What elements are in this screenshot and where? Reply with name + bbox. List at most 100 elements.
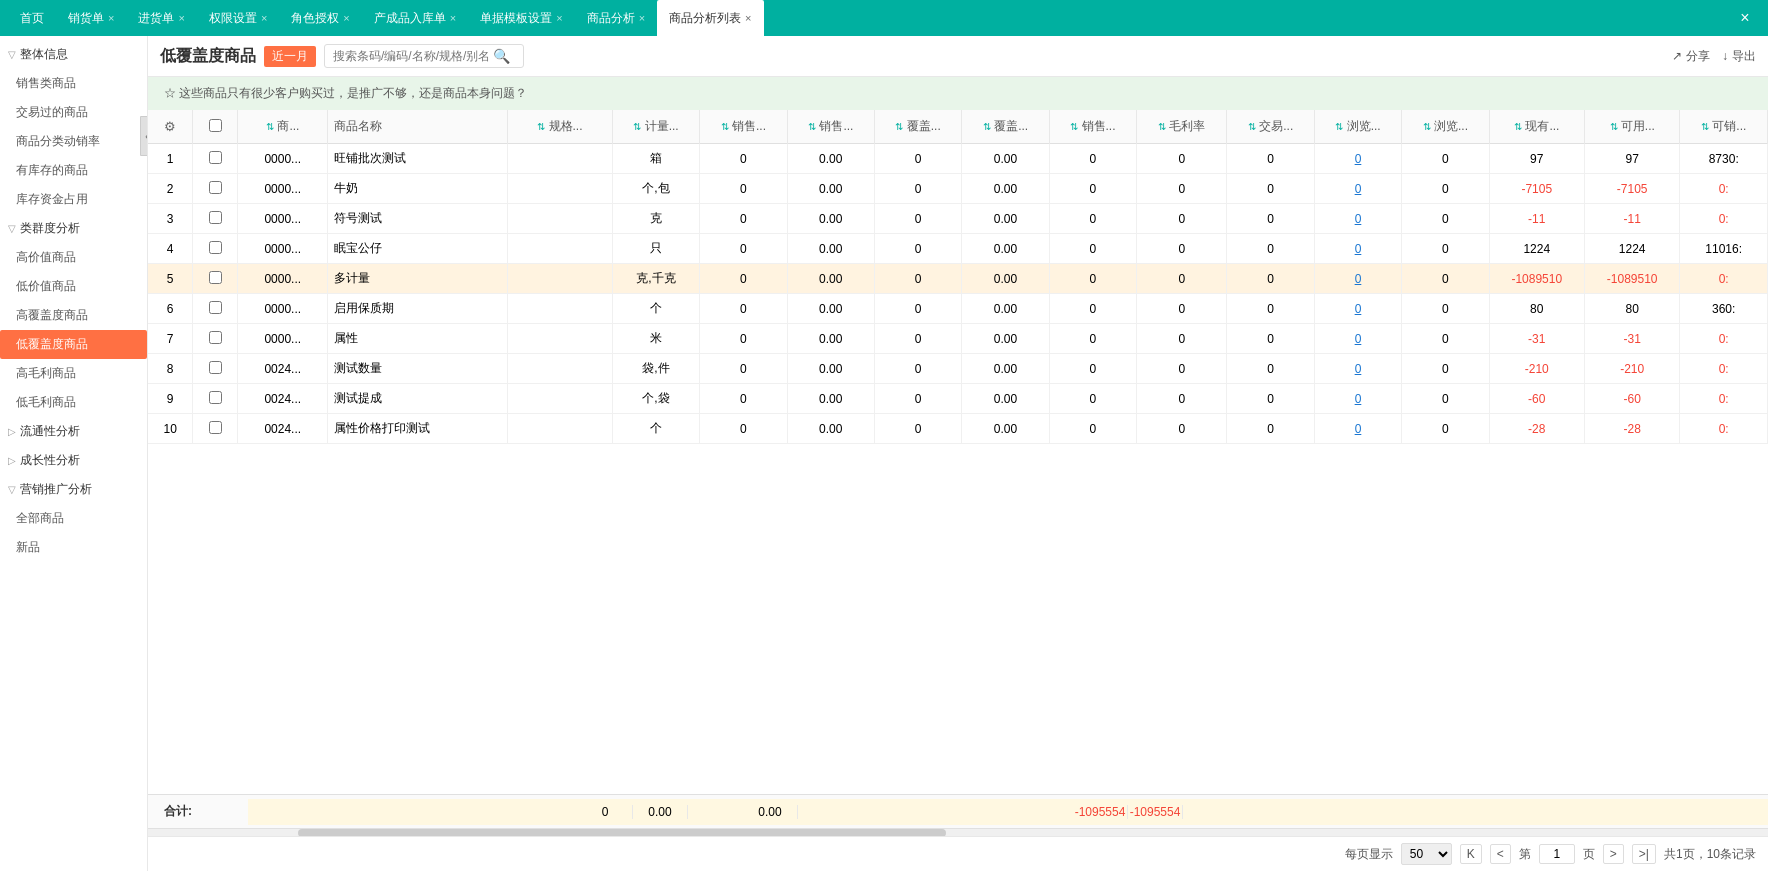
- sidebar-item-new-goods[interactable]: 新品: [0, 533, 147, 562]
- sidebar-item-all-goods[interactable]: 全部商品: [0, 504, 147, 533]
- row-check[interactable]: [193, 144, 238, 174]
- row-checkbox[interactable]: [209, 361, 222, 374]
- sidebar-item-traded-goods[interactable]: 交易过的商品: [0, 98, 147, 127]
- row-checkbox[interactable]: [209, 241, 222, 254]
- sidebar-section-growth[interactable]: ▷ 成长性分析: [0, 446, 147, 475]
- nav-home[interactable]: 首页: [8, 0, 56, 36]
- row-checkbox[interactable]: [209, 271, 222, 284]
- filter-period-button[interactable]: 近一月: [264, 46, 316, 67]
- nav-template[interactable]: 单据模板设置 ×: [468, 0, 574, 36]
- th-sales-qty[interactable]: ⇅ 销售...: [700, 110, 787, 144]
- th-cover1[interactable]: ⇅ 覆盖...: [874, 110, 961, 144]
- row-checkbox[interactable]: [209, 331, 222, 344]
- share-button[interactable]: ↗ 分享: [1672, 48, 1710, 65]
- sidebar-item-low-margin[interactable]: 低毛利商品: [0, 388, 147, 417]
- nav-purchase[interactable]: 进货单 ×: [126, 0, 196, 36]
- row-checkbox[interactable]: [209, 391, 222, 404]
- th-view1[interactable]: ⇅ 浏览...: [1314, 110, 1401, 144]
- nav-roles[interactable]: 角色授权 ×: [279, 0, 361, 36]
- row-spec: [507, 264, 612, 294]
- row-view1[interactable]: 0: [1314, 264, 1401, 294]
- sidebar-item-category-rate[interactable]: 商品分类动销率: [0, 127, 147, 156]
- table-container[interactable]: ⚙ ⇅ 商... 商品名称 ⇅ 规格... ⇅ 计量... ⇅ 销售... ⇅ …: [148, 110, 1768, 794]
- nav-sales[interactable]: 销货单 ×: [56, 0, 126, 36]
- page-size-select[interactable]: 20 50 100 200: [1401, 843, 1452, 865]
- row-checkbox[interactable]: [209, 301, 222, 314]
- nav-finished-goods[interactable]: 产成品入库单 ×: [362, 0, 468, 36]
- th-stock[interactable]: ⇅ 现有...: [1489, 110, 1584, 144]
- next-page-button[interactable]: >: [1603, 844, 1624, 864]
- th-settings[interactable]: ⚙: [148, 110, 193, 144]
- row-view1[interactable]: 0: [1314, 174, 1401, 204]
- row-check[interactable]: [193, 324, 238, 354]
- nav-goods-analysis[interactable]: 商品分析 ×: [575, 0, 657, 36]
- row-view1[interactable]: 0: [1314, 144, 1401, 174]
- nav-finished-goods-close[interactable]: ×: [450, 12, 456, 24]
- th-check[interactable]: [193, 110, 238, 144]
- row-view1[interactable]: 0: [1314, 294, 1401, 324]
- nav-template-close[interactable]: ×: [556, 12, 562, 24]
- row-view1[interactable]: 0: [1314, 204, 1401, 234]
- search-input[interactable]: [333, 49, 493, 63]
- sidebar-section-cluster[interactable]: ▽ 类群度分析: [0, 214, 147, 243]
- th-gross[interactable]: ⇅ 毛利率: [1137, 110, 1227, 144]
- nav-sales-close[interactable]: ×: [108, 12, 114, 24]
- th-name[interactable]: 商品名称: [328, 110, 508, 144]
- th-sales3[interactable]: ⇅ 销售...: [1049, 110, 1136, 144]
- row-check[interactable]: [193, 264, 238, 294]
- nav-purchase-close[interactable]: ×: [178, 12, 184, 24]
- row-view1[interactable]: 0: [1314, 234, 1401, 264]
- th-view2[interactable]: ⇅ 浏览...: [1402, 110, 1489, 144]
- row-checkbox[interactable]: [209, 421, 222, 434]
- nav-permissions-close[interactable]: ×: [261, 12, 267, 24]
- sidebar-toggle[interactable]: «: [140, 116, 148, 156]
- search-icon[interactable]: 🔍: [493, 48, 510, 64]
- th-sales-amt[interactable]: ⇅ 销售...: [787, 110, 874, 144]
- sidebar-item-low-coverage[interactable]: 低覆盖度商品: [0, 330, 147, 359]
- row-view1[interactable]: 0: [1314, 384, 1401, 414]
- row-check[interactable]: [193, 204, 238, 234]
- export-button[interactable]: ↓ 导出: [1722, 48, 1756, 65]
- select-all-checkbox[interactable]: [209, 119, 222, 132]
- sidebar-item-low-value[interactable]: 低价值商品: [0, 272, 147, 301]
- row-check[interactable]: [193, 384, 238, 414]
- sidebar-section-circulation[interactable]: ▷ 流通性分析: [0, 417, 147, 446]
- th-spec[interactable]: ⇅ 规格...: [507, 110, 612, 144]
- row-view1[interactable]: 0: [1314, 414, 1401, 444]
- sidebar-item-sales-goods[interactable]: 销售类商品: [0, 69, 147, 98]
- nav-goods-analysis-close[interactable]: ×: [639, 12, 645, 24]
- th-unit[interactable]: ⇅ 计量...: [612, 110, 699, 144]
- row-check[interactable]: [193, 354, 238, 384]
- prev-page-button[interactable]: <: [1490, 844, 1511, 864]
- sidebar-item-high-margin[interactable]: 高毛利商品: [0, 359, 147, 388]
- row-checkbox[interactable]: [209, 151, 222, 164]
- last-page-button[interactable]: >|: [1632, 844, 1656, 864]
- first-page-button[interactable]: K: [1460, 844, 1482, 864]
- th-saleable[interactable]: ⇅ 可销...: [1680, 110, 1768, 144]
- sidebar-item-capital[interactable]: 库存资金占用: [0, 185, 147, 214]
- nav-goods-analysis-list-close[interactable]: ×: [745, 12, 751, 24]
- nav-roles-close[interactable]: ×: [343, 12, 349, 24]
- nav-permissions[interactable]: 权限设置 ×: [197, 0, 279, 36]
- row-check[interactable]: [193, 174, 238, 204]
- row-check[interactable]: [193, 234, 238, 264]
- sidebar-item-high-value[interactable]: 高价值商品: [0, 243, 147, 272]
- row-check[interactable]: [193, 414, 238, 444]
- th-trade[interactable]: ⇅ 交易...: [1227, 110, 1314, 144]
- th-cover2[interactable]: ⇅ 覆盖...: [962, 110, 1049, 144]
- row-check[interactable]: [193, 294, 238, 324]
- row-view1[interactable]: 0: [1314, 324, 1401, 354]
- sidebar-item-high-coverage[interactable]: 高覆盖度商品: [0, 301, 147, 330]
- page-number-input[interactable]: [1539, 844, 1575, 864]
- th-code[interactable]: ⇅ 商...: [238, 110, 328, 144]
- settings-icon[interactable]: ⚙: [164, 119, 176, 134]
- sidebar-section-marketing[interactable]: ▽ 营销推广分析: [0, 475, 147, 504]
- nav-goods-analysis-list[interactable]: 商品分析列表 ×: [657, 0, 763, 36]
- window-close-button[interactable]: ×: [1730, 0, 1760, 36]
- sidebar-section-overall[interactable]: ▽ 整体信息: [0, 40, 147, 69]
- th-avail[interactable]: ⇅ 可用...: [1584, 110, 1679, 144]
- sidebar-item-stock-goods[interactable]: 有库存的商品: [0, 156, 147, 185]
- row-checkbox[interactable]: [209, 181, 222, 194]
- row-checkbox[interactable]: [209, 211, 222, 224]
- row-view1[interactable]: 0: [1314, 354, 1401, 384]
